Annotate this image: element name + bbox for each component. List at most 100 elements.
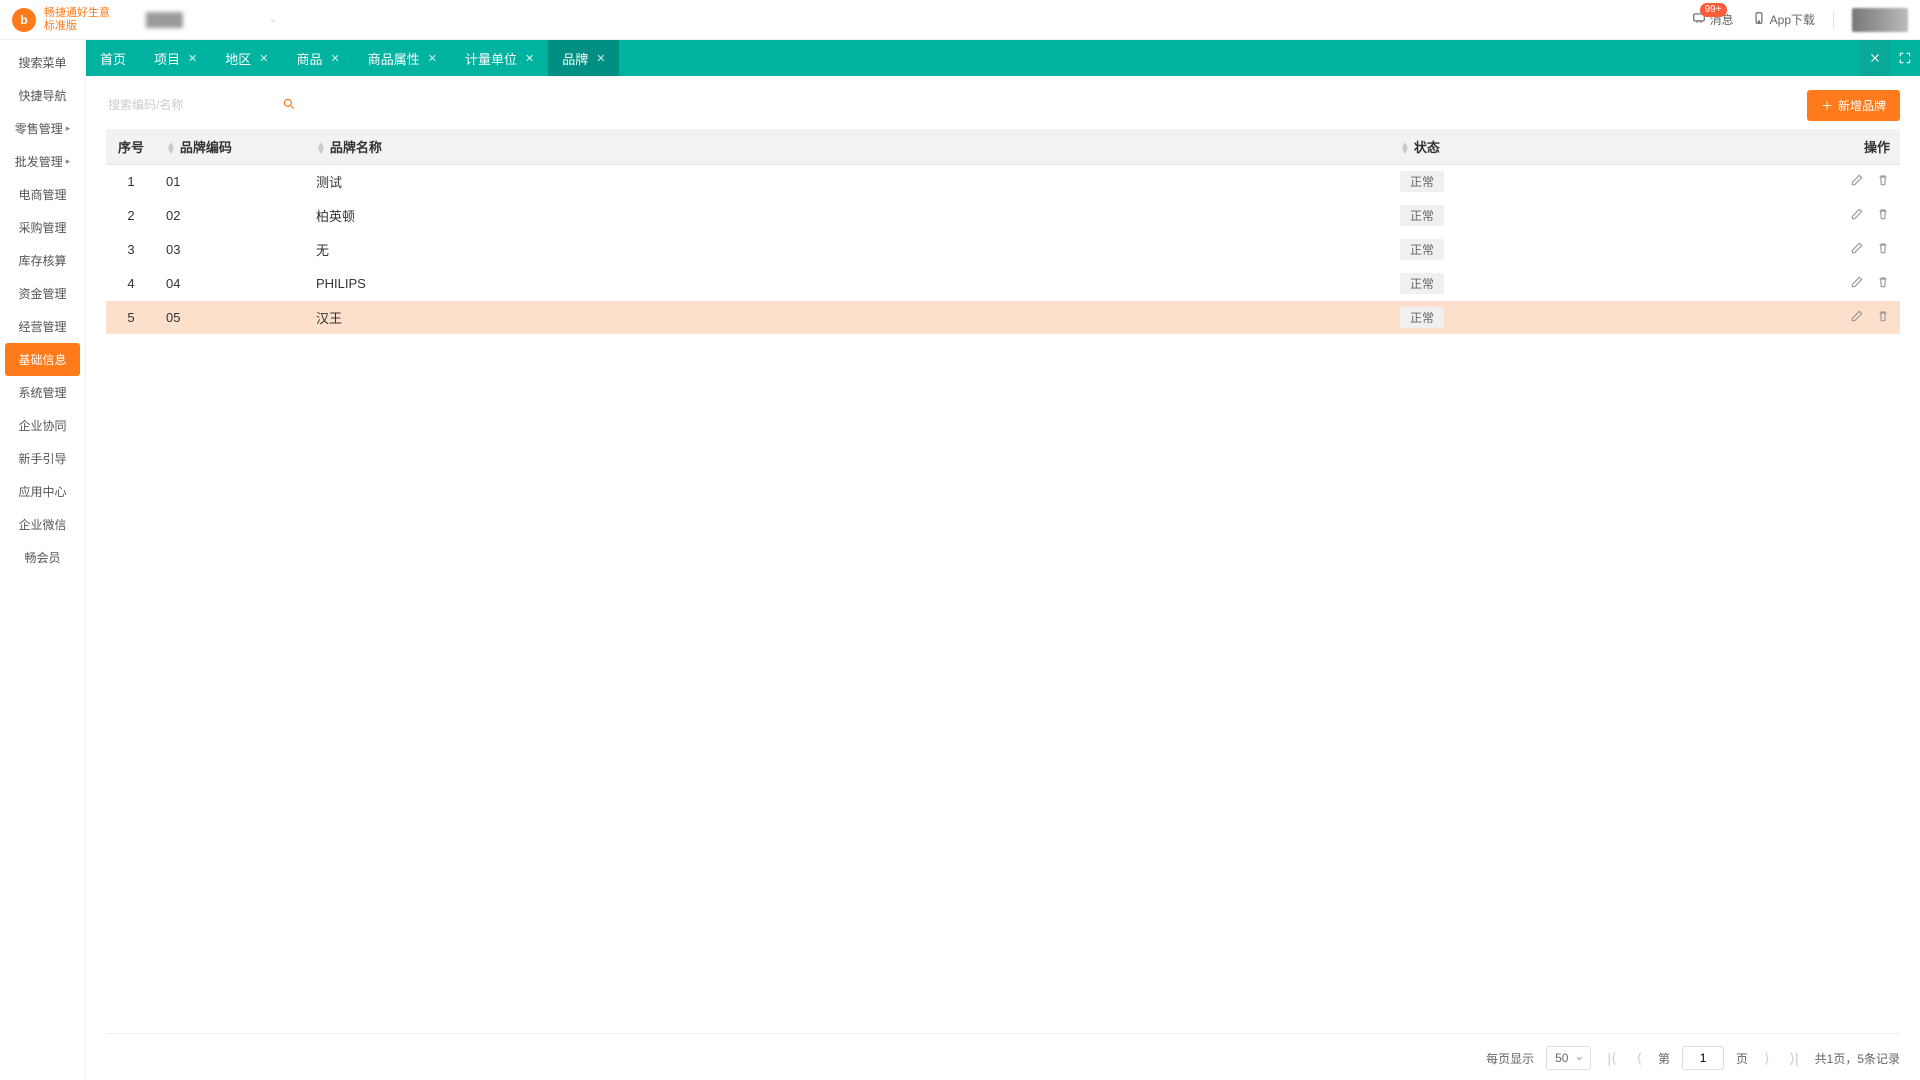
cell-name: 无	[306, 233, 1390, 267]
caret-icon: ▸	[66, 123, 71, 134]
cell-index: 4	[106, 267, 156, 301]
col-name[interactable]: ▲▼品牌名称	[306, 129, 1390, 165]
cell-ops	[1810, 301, 1900, 335]
edit-icon[interactable]	[1850, 241, 1864, 258]
add-brand-label: 新增品牌	[1838, 97, 1886, 114]
delete-icon[interactable]	[1876, 309, 1890, 326]
sidebar-item[interactable]: 批发管理▸	[0, 145, 85, 178]
sidebar-item[interactable]: 采购管理	[0, 211, 85, 244]
tab[interactable]: 商品 ✕	[282, 40, 353, 76]
cell-code: 05	[156, 301, 306, 335]
cell-status: 正常	[1390, 199, 1810, 233]
close-icon[interactable]: ✕	[596, 52, 605, 65]
cell-ops	[1810, 233, 1900, 267]
tab[interactable]: 计量单位 ✕	[451, 40, 548, 76]
messages-button[interactable]: 99+ 消息	[1692, 11, 1734, 28]
close-icon[interactable]: ✕	[331, 52, 340, 65]
delete-icon[interactable]	[1876, 207, 1890, 224]
tab[interactable]: 品牌 ✕	[548, 40, 619, 76]
last-page-button[interactable]: ⟩|	[1786, 1050, 1803, 1067]
page-summary: 共1页，5条记录	[1815, 1050, 1900, 1067]
tab-label: 品牌	[562, 49, 588, 68]
close-icon[interactable]: ✕	[259, 52, 268, 65]
chevron-down-icon: ⌄	[269, 14, 277, 25]
delete-icon[interactable]	[1876, 275, 1890, 292]
tab-label: 商品属性	[368, 49, 420, 68]
close-icon[interactable]: ✕	[428, 52, 437, 65]
delete-icon[interactable]	[1876, 173, 1890, 190]
table-row[interactable]: 505汉王正常	[106, 301, 1900, 335]
edit-icon[interactable]	[1850, 275, 1864, 292]
table-row[interactable]: 101测试正常	[106, 165, 1900, 199]
table-header-row: 序号 ▲▼品牌编码 ▲▼品牌名称 ▲▼状态 操作	[106, 129, 1900, 165]
col-code[interactable]: ▲▼品牌编码	[156, 129, 306, 165]
sidebar-item[interactable]: 基础信息	[5, 343, 80, 376]
search-wrap	[106, 92, 306, 119]
brand-table: 序号 ▲▼品牌编码 ▲▼品牌名称 ▲▼状态 操作 101测试正常202柏英顿正常…	[106, 129, 1900, 335]
col-index[interactable]: 序号	[106, 129, 156, 165]
page-input[interactable]	[1682, 1046, 1724, 1070]
edit-icon[interactable]	[1850, 207, 1864, 224]
tab-label: 商品	[296, 49, 322, 68]
sidebar-item[interactable]: 新手引导	[0, 442, 85, 475]
user-avatar[interactable]	[1852, 8, 1908, 32]
sidebar-item[interactable]: 企业微信	[0, 508, 85, 541]
add-brand-button[interactable]: ＋ 新增品牌	[1807, 90, 1900, 121]
sidebar-item[interactable]: 企业协同	[0, 409, 85, 442]
tab[interactable]: 项目✕	[140, 40, 211, 76]
sidebar-item[interactable]: 资金管理	[0, 277, 85, 310]
status-badge: 正常	[1400, 171, 1444, 192]
sidebar-item[interactable]: 电商管理	[0, 178, 85, 211]
sidebar-item[interactable]: 快捷导航	[0, 79, 85, 112]
table-row[interactable]: 202柏英顿正常	[106, 199, 1900, 233]
tab[interactable]: 首页	[86, 40, 140, 76]
cell-status: 正常	[1390, 267, 1810, 301]
tab[interactable]: 商品属性 ✕	[354, 40, 451, 76]
first-page-button[interactable]: |⟨	[1603, 1050, 1620, 1067]
sidebar-item[interactable]: 系统管理	[0, 376, 85, 409]
brand-logo: b	[12, 8, 36, 32]
status-badge: 正常	[1400, 205, 1444, 226]
cell-code: 04	[156, 267, 306, 301]
pagination-footer: 每页显示 50 |⟨ ⟨ 第 页 ⟩ ⟩| 共1页，5条记录	[106, 1033, 1900, 1070]
delete-icon[interactable]	[1876, 241, 1890, 258]
sidebar-item[interactable]: 经营管理	[0, 310, 85, 343]
status-badge: 正常	[1400, 273, 1444, 294]
app-selector[interactable]: ████ ⌄	[128, 6, 295, 33]
sidebar-item[interactable]: 应用中心	[0, 475, 85, 508]
fullscreen-button[interactable]	[1890, 40, 1920, 76]
edit-icon[interactable]	[1850, 309, 1864, 326]
sidebar-item[interactable]: 零售管理▸	[0, 112, 85, 145]
sidebar: 搜索菜单快捷导航零售管理▸批发管理▸电商管理采购管理库存核算资金管理经营管理基础…	[0, 40, 86, 1080]
tab-label: 计量单位	[465, 49, 517, 68]
col-status[interactable]: ▲▼状态	[1390, 129, 1810, 165]
app-download-button[interactable]: App下载	[1752, 11, 1815, 28]
tab-label: 地区	[225, 49, 251, 68]
sidebar-item[interactable]: 库存核算	[0, 244, 85, 277]
brand-line1: 畅捷通好生意	[44, 7, 110, 19]
topbar-right: 99+ 消息 App下载	[1692, 8, 1908, 32]
per-page-select[interactable]: 50	[1546, 1046, 1591, 1070]
cell-code: 03	[156, 233, 306, 267]
search-input[interactable]	[106, 92, 276, 118]
table-row[interactable]: 303无正常	[106, 233, 1900, 267]
page-prefix: 第	[1658, 1050, 1670, 1067]
table-row[interactable]: 404PHILIPS正常	[106, 267, 1900, 301]
close-icon[interactable]: ✕	[188, 52, 197, 65]
prev-page-button[interactable]: ⟨	[1633, 1050, 1646, 1067]
topbar-left: b 畅捷通好生意 标准版 ████ ⌄	[12, 6, 295, 33]
edit-icon[interactable]	[1850, 173, 1864, 190]
cell-index: 1	[106, 165, 156, 199]
close-icon[interactable]: ✕	[525, 52, 534, 65]
phone-icon	[1752, 11, 1766, 28]
plus-icon: ＋	[1821, 97, 1833, 114]
cell-status: 正常	[1390, 301, 1810, 335]
tab[interactable]: 地区 ✕	[211, 40, 282, 76]
sidebar-item[interactable]: 畅会员	[0, 541, 85, 574]
next-page-button[interactable]: ⟩	[1760, 1050, 1773, 1067]
close-tab-button[interactable]	[1860, 40, 1890, 76]
caret-icon: ▸	[66, 156, 71, 167]
search-icon[interactable]	[282, 97, 296, 114]
sidebar-item[interactable]: 搜索菜单	[0, 46, 85, 79]
cell-index: 3	[106, 233, 156, 267]
